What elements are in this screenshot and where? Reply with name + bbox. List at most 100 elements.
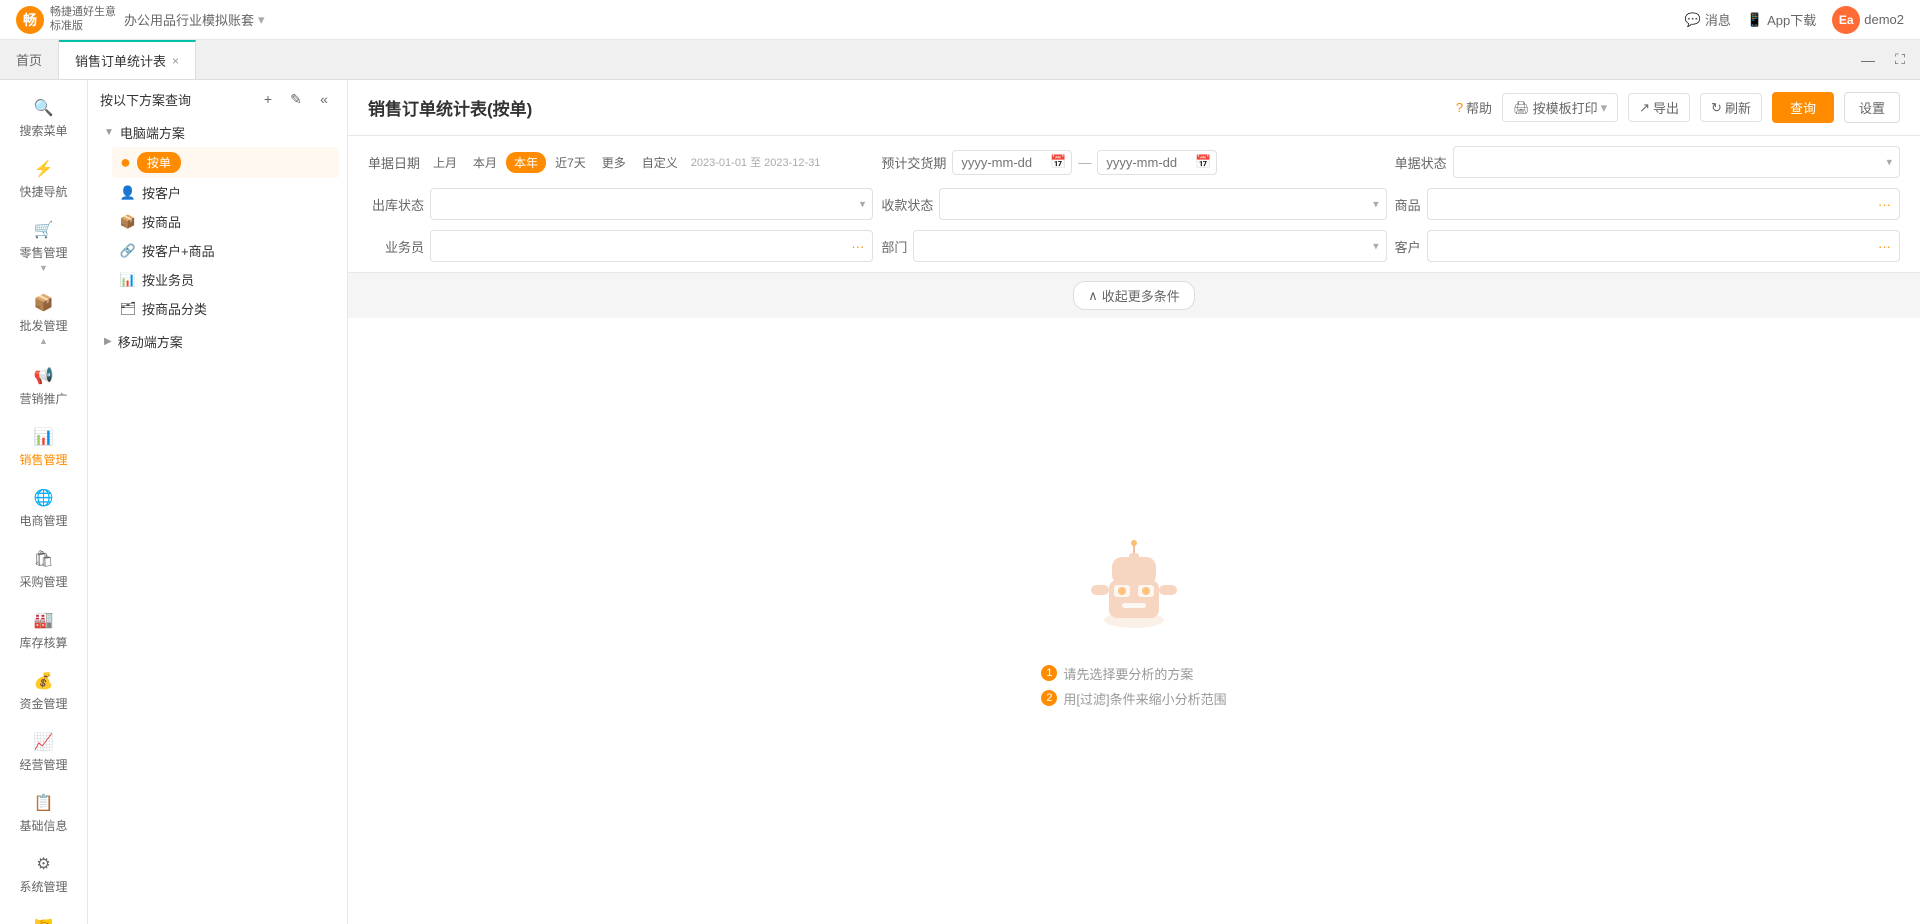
sidebar-item-sales[interactable]: 📊 销售管理 (0, 417, 87, 478)
wholesale-icon: 📦 (34, 293, 54, 313)
category-icon: 🗂 (120, 301, 136, 317)
tree-item-by-order[interactable]: ● 按单 (112, 147, 339, 178)
collapse-bar: ∧ 收起更多条件 (348, 272, 1920, 318)
sidebar-item-search[interactable]: 🔍 搜索菜单 (0, 88, 87, 149)
tabbar: 首页 销售订单统计表 × — ⛶ (0, 40, 1920, 80)
print-btn[interactable]: 🖨 按模板打印 ▾ (1502, 93, 1618, 122)
tab-maximize-icon[interactable]: ⛶ (1888, 48, 1912, 72)
message-btn[interactable]: 💬 消息 (1685, 10, 1731, 29)
delivery-select[interactable] (430, 188, 873, 220)
collapse-conditions-btn[interactable]: ∧ 收起更多条件 (1073, 281, 1195, 310)
sidebar-item-retail[interactable]: 🛒 零售管理 ▼ (0, 210, 87, 283)
topbar: 畅 畅捷通好生意 标准版 办公用品行业模拟账套 ▾ 💬 消息 📱 App下载 E… (0, 0, 1920, 40)
tree-item-by-customer[interactable]: 👤 按客户 (112, 178, 339, 207)
goods-ellipsis-icon[interactable]: ··· (1878, 197, 1891, 212)
sidebar-item-inventory[interactable]: 🏭 库存核算 (0, 600, 87, 661)
active-scheme-icon: ● (120, 152, 131, 173)
customer-ellipsis-icon[interactable]: ··· (1878, 239, 1891, 254)
sidebar-item-enterprise[interactable]: 🤝 企业协同 (0, 905, 87, 924)
logo-area: 畅 畅捷通好生意 标准版 (16, 6, 116, 34)
tree-section-pc[interactable]: ▼ 电脑端方案 (96, 118, 339, 147)
tree-item-by-salesperson[interactable]: 📊 按业务员 (112, 265, 339, 294)
chevron-down-icon[interactable]: ▾ (258, 12, 265, 28)
date-this-year-btn[interactable]: 本年 (506, 152, 546, 173)
expected-date-from[interactable]: 📅 (952, 150, 1072, 175)
date-7days-btn[interactable]: 近7天 (548, 152, 593, 173)
topbar-left: 畅 畅捷通好生意 标准版 办公用品行业模拟账套 ▾ (16, 6, 265, 34)
date-this-month-btn[interactable]: 本月 (466, 152, 504, 173)
salesperson-ellipsis-icon[interactable]: ··· (851, 239, 864, 254)
sidebar-item-marketing[interactable]: 📢 营销推广 (0, 356, 87, 417)
tree-item-by-goods[interactable]: 📦 按商品 (112, 207, 339, 236)
export-btn[interactable]: ↗ 导出 (1628, 93, 1690, 122)
ecommerce-icon: 🌐 (34, 488, 54, 508)
date-more-btn[interactable]: 更多 (595, 152, 633, 173)
dept-select-wrap: ▾ (913, 230, 1386, 262)
main-layout: 🔍 搜索菜单 ⚡ 快捷导航 🛒 零售管理 ▼ 📦 批发管理 ▲ 📢 营销推广 📊… (0, 80, 1920, 924)
goods-label: 商品 (1395, 195, 1421, 214)
goods-input[interactable]: ··· (1427, 188, 1900, 220)
empty-state: 1 请先选择要分析的方案 2 用[过滤]条件来缩小分析范围 (348, 318, 1920, 924)
receipt-label: 收款状态 (881, 195, 933, 214)
sidebar: 🔍 搜索菜单 ⚡ 快捷导航 🛒 零售管理 ▼ 📦 批发管理 ▲ 📢 营销推广 📊… (0, 80, 88, 924)
sidebar-item-purchase[interactable]: 🛍 采购管理 (0, 539, 87, 600)
dept-select[interactable] (913, 230, 1386, 262)
expected-date-label: 预计交货期 (881, 153, 946, 172)
sidebar-item-shortcut[interactable]: ⚡ 快捷导航 (0, 149, 87, 210)
tab-minimize-icon[interactable]: — (1856, 48, 1880, 72)
left-panel: 按以下方案查询 + ✎ « ▼ 电脑端方案 (88, 80, 348, 924)
receipt-select[interactable] (939, 188, 1386, 220)
add-scheme-btn[interactable]: + (257, 88, 279, 110)
tree-section-mobile-label: 移动端方案 (118, 332, 183, 351)
tab-home[interactable]: 首页 (0, 40, 59, 79)
logo-text: 畅捷通好生意 标准版 (50, 6, 116, 32)
refresh-btn[interactable]: ↻ 刷新 (1700, 93, 1762, 122)
date-custom-btn[interactable]: 自定义 (635, 152, 685, 173)
page-title: 销售订单统计表(按单) (368, 95, 532, 120)
print-chevron-icon: ▾ (1601, 100, 1608, 116)
sidebar-item-ecommerce[interactable]: 🌐 电商管理 (0, 478, 87, 539)
avatar: Ea (1832, 6, 1860, 34)
date-prev-month-btn[interactable]: 上月 (426, 152, 464, 173)
status-select[interactable] (1453, 146, 1900, 178)
page-actions: ? 帮助 🖨 按模板打印 ▾ ↗ 导出 ↻ (1456, 92, 1900, 123)
empty-illustration (1079, 535, 1189, 648)
user-menu[interactable]: Ea demo2 (1832, 6, 1904, 34)
tabbar-right: — ⛶ (1856, 48, 1920, 72)
collapse-panel-btn[interactable]: « (313, 88, 335, 110)
sidebar-item-base[interactable]: 📋 基础信息 (0, 783, 87, 844)
help-btn[interactable]: ? 帮助 (1456, 98, 1492, 117)
tree-item-by-category[interactable]: 🗂 按商品分类 (112, 294, 339, 323)
settings-button[interactable]: 设置 (1844, 92, 1900, 123)
tree-item-by-customer-goods[interactable]: 🔗 按客户+商品 (112, 236, 339, 265)
date-range-text: 2023-01-01 至 2023-12-31 (691, 154, 821, 170)
customer-goods-icon: 🔗 (120, 243, 136, 259)
status-label: 单据状态 (1395, 153, 1447, 172)
customer-label: 客户 (1395, 237, 1421, 256)
tree-expand-icon: ▼ (104, 127, 114, 138)
filter-cell-status: 单据状态 ▾ (1395, 146, 1900, 178)
customer-icon: 👤 (120, 185, 136, 201)
tree-section-mobile[interactable]: ▶ 移动端方案 (96, 327, 339, 356)
expected-date-to[interactable]: 📅 (1097, 150, 1217, 175)
sidebar-item-system[interactable]: ⚙ 系统管理 (0, 844, 87, 905)
tab-sales-order-stats[interactable]: 销售订单统计表 × (59, 40, 196, 79)
sidebar-item-finance[interactable]: 💰 资金管理 (0, 661, 87, 722)
customer-input[interactable]: ··· (1427, 230, 1900, 262)
salesperson-label: 业务员 (368, 237, 424, 256)
tip2-number: 2 (1041, 690, 1057, 706)
tab-close-icon[interactable]: × (172, 54, 179, 68)
app-download-btn[interactable]: 📱 App下载 (1747, 10, 1816, 29)
expected-date-from-input[interactable] (952, 150, 1072, 175)
query-button[interactable]: 查询 (1772, 92, 1834, 123)
sidebar-item-operations[interactable]: 📈 经营管理 (0, 722, 87, 783)
expected-date-to-input[interactable] (1097, 150, 1217, 175)
filter-cell-date: 单据日期 上月 本月 本年 近7天 更多 自定义 2023-01-01 至 20… (368, 152, 873, 173)
edit-scheme-btn[interactable]: ✎ (285, 88, 307, 110)
system-icon: ⚙ (36, 854, 50, 874)
salesperson-input[interactable]: ··· (430, 230, 873, 262)
empty-tips: 1 请先选择要分析的方案 2 用[过滤]条件来缩小分析范围 (1041, 664, 1226, 708)
collapse-icon: « (320, 91, 328, 107)
sidebar-item-wholesale[interactable]: 📦 批发管理 ▲ (0, 283, 87, 356)
left-panel-actions: + ✎ « (257, 88, 335, 110)
